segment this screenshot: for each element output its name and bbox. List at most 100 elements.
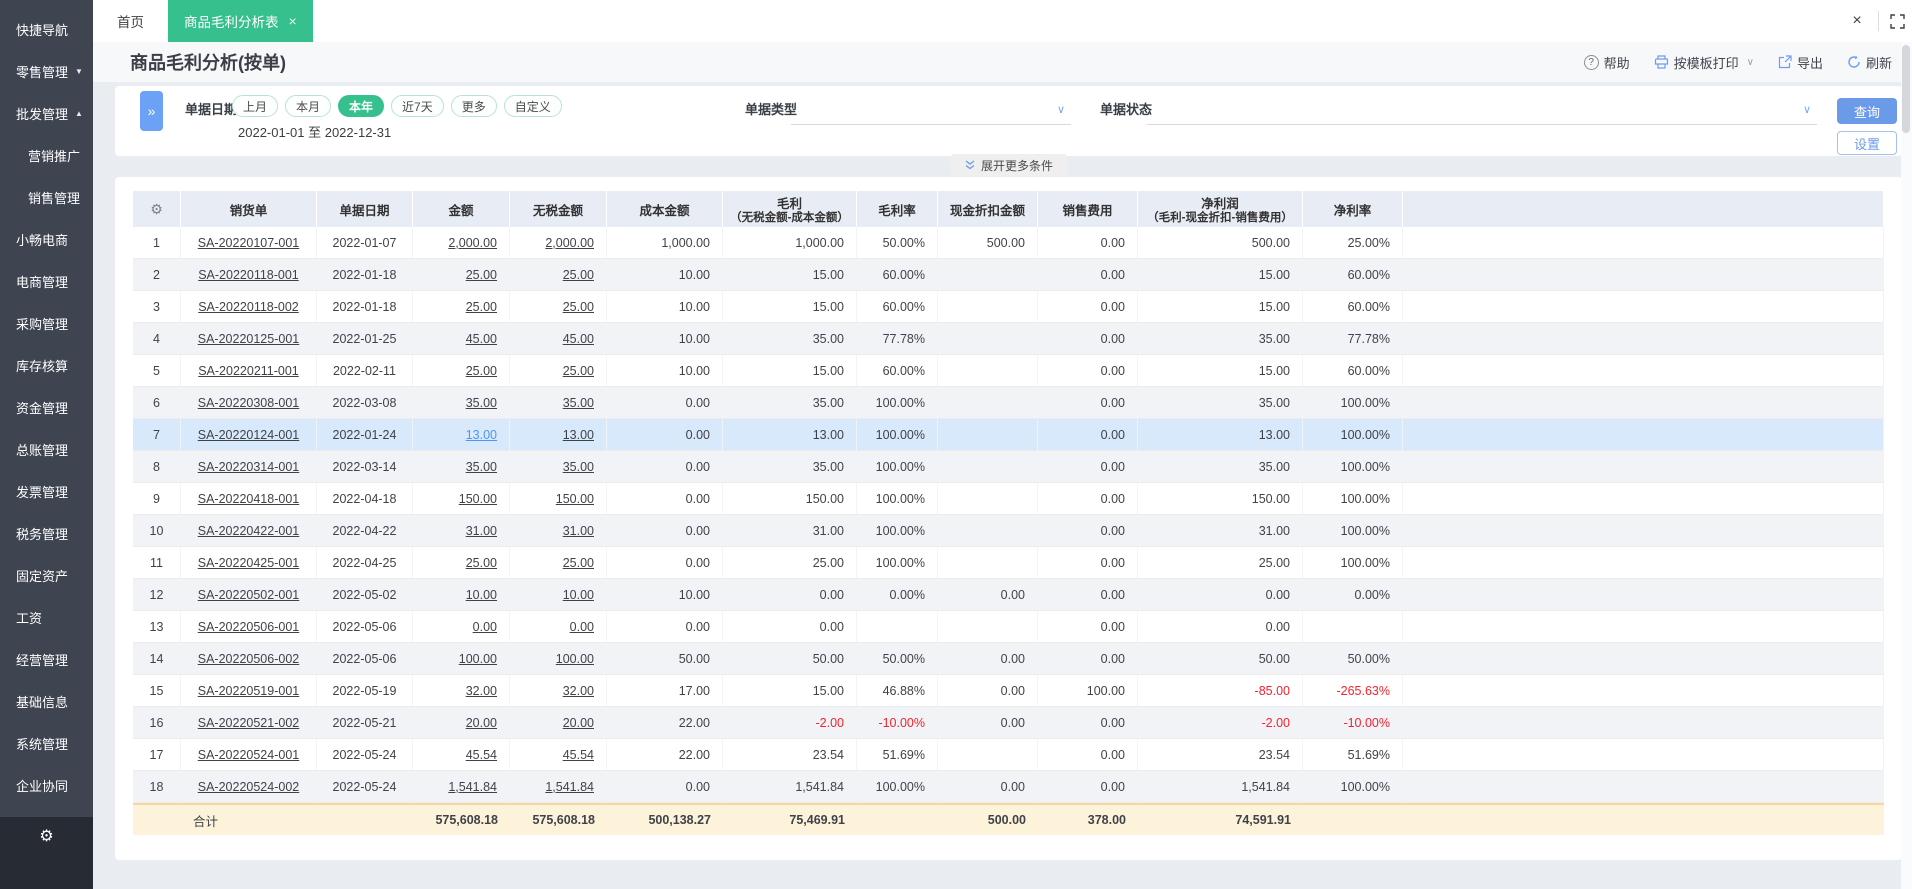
table-row[interactable]: 6 SA-20220308-001 2022-03-08 35.00 35.00 0.00… (133, 387, 1884, 419)
amount-link[interactable]: 25.00 (466, 300, 497, 314)
amount-link[interactable]: 35.00 (466, 460, 497, 474)
order-link[interactable]: SA-20220118-002 (198, 300, 299, 314)
table-row[interactable]: 11 SA-20220425-001 2022-04-25 25.00 25.00 0.0… (133, 547, 1884, 579)
date-preset-pill[interactable]: 本月 (285, 95, 332, 117)
amount-link[interactable]: 0.00 (473, 620, 497, 634)
expand-more-conditions-button[interactable]: 展开更多条件 (949, 154, 1068, 176)
tax_free-link[interactable]: 0.00 (570, 620, 594, 634)
tax_free-link[interactable]: 31.00 (563, 524, 594, 538)
order-link[interactable]: SA-20220502-001 (198, 588, 299, 602)
date-preset-pill[interactable]: 近7天 (391, 95, 444, 117)
order-link[interactable]: SA-20220118-001 (198, 268, 299, 282)
sidebar-item[interactable]: 采购管理 (0, 302, 93, 344)
amount-link[interactable]: 1,541.84 (448, 780, 497, 794)
collapse-filter-button[interactable]: » (140, 91, 163, 131)
chevron-down-icon[interactable]: ∨ (1747, 57, 1754, 68)
amount-link[interactable]: 2,000.00 (448, 236, 497, 250)
tax_free-link[interactable]: 13.00 (563, 428, 594, 442)
table-row[interactable]: 3 SA-20220118-002 2022-01-18 25.00 25.00 10.0… (133, 291, 1884, 323)
table-row[interactable]: 5 SA-20220211-001 2022-02-11 25.00 25.00 10.0… (133, 355, 1884, 387)
amount-link[interactable]: 25.00 (466, 556, 497, 570)
table-row[interactable]: 12 SA-20220502-001 2022-05-02 10.00 10.00 10.… (133, 579, 1884, 611)
tax_free-link[interactable]: 150.00 (556, 492, 594, 506)
table-row[interactable]: 17 SA-20220524-001 2022-05-24 45.54 45.54 22.… (133, 739, 1884, 771)
date-preset-pill[interactable]: 更多 (450, 95, 497, 117)
print-by-template-button[interactable]: 按模板打印 ∨ (1654, 53, 1754, 72)
order-link[interactable]: SA-20220524-002 (198, 780, 299, 794)
amount-link[interactable]: 25.00 (466, 268, 497, 282)
sidebar-item[interactable]: 基础信息 (0, 680, 93, 722)
table-row[interactable]: 8 SA-20220314-001 2022-03-14 35.00 35.00 0.00… (133, 451, 1884, 483)
fullscreen-icon[interactable] (1890, 13, 1910, 29)
settings-gear-icon[interactable]: ⚙ (39, 826, 53, 846)
table-row[interactable]: 7 SA-20220124-001 2022-01-24 13.00 13.00 0.00… (133, 419, 1884, 451)
sidebar-item[interactable]: 营销推广 (0, 134, 93, 176)
order-link[interactable]: SA-20220425-001 (198, 556, 299, 570)
tax_free-link[interactable]: 10.00 (563, 588, 594, 602)
order-link[interactable]: SA-20220211-001 (198, 364, 299, 378)
sidebar-item[interactable]: 批发管理 ▲ (0, 92, 93, 134)
tax_free-link[interactable]: 20.00 (563, 716, 594, 730)
tax_free-link[interactable]: 25.00 (563, 556, 594, 570)
amount-link[interactable]: 45.54 (466, 748, 497, 762)
order-link[interactable]: SA-20220422-001 (198, 524, 299, 538)
sidebar-item[interactable]: 小畅电商 (0, 218, 93, 260)
amount-link[interactable]: 45.00 (466, 332, 497, 346)
close-icon[interactable]: × (1847, 12, 1867, 30)
order-link[interactable]: SA-20220521-002 (198, 716, 299, 730)
sidebar-item[interactable]: 经营管理 (0, 638, 93, 680)
tax_free-link[interactable]: 1,541.84 (545, 780, 594, 794)
date-preset-pill[interactable]: 本年 (338, 95, 385, 117)
sidebar-item[interactable]: 销售管理 (0, 176, 93, 218)
table-row[interactable]: 18 SA-20220524-002 2022-05-24 1,541.84 1,541… (133, 771, 1884, 803)
table-row[interactable]: 15 SA-20220519-001 2022-05-19 32.00 32.00 17.… (133, 675, 1884, 707)
doc-type-select[interactable]: ∨ (791, 92, 1071, 125)
sidebar-item[interactable]: 系统管理 (0, 722, 93, 764)
tax_free-link[interactable]: 25.00 (563, 268, 594, 282)
table-row[interactable]: 14 SA-20220506-002 2022-05-06 100.00 100.00 5… (133, 643, 1884, 675)
help-button[interactable]: ? 帮助 (1583, 53, 1630, 72)
amount-link[interactable]: 13.00 (466, 428, 497, 442)
tab-close-icon[interactable]: × (289, 14, 297, 28)
amount-link[interactable]: 20.00 (466, 716, 497, 730)
order-link[interactable]: SA-20220506-002 (198, 652, 299, 666)
tax_free-link[interactable]: 45.54 (563, 748, 594, 762)
order-link[interactable]: SA-20220107-001 (198, 236, 299, 250)
sidebar-item[interactable]: 库存核算 (0, 344, 93, 386)
order-link[interactable]: SA-20220125-001 (198, 332, 299, 346)
table-row[interactable]: 1 SA-20220107-001 2022-01-07 2,000.00 2,000.… (133, 227, 1884, 259)
tab-home[interactable]: 首页 (93, 0, 168, 42)
table-row[interactable]: 16 SA-20220521-002 2022-05-21 20.00 20.00 22.… (133, 707, 1884, 739)
sidebar-item[interactable]: 固定资产 (0, 554, 93, 596)
sidebar-item[interactable]: 零售管理 ▼ (0, 50, 93, 92)
tax_free-link[interactable]: 100.00 (556, 652, 594, 666)
tax_free-link[interactable]: 35.00 (563, 396, 594, 410)
table-row[interactable]: 4 SA-20220125-001 2022-01-25 45.00 45.00 10.0… (133, 323, 1884, 355)
table-row[interactable]: 2 SA-20220118-001 2022-01-18 25.00 25.00 10.0… (133, 259, 1884, 291)
tax_free-link[interactable]: 32.00 (563, 684, 594, 698)
table-row[interactable]: 13 SA-20220506-001 2022-05-06 0.00 0.00 0.00 0… (133, 611, 1884, 643)
order-link[interactable]: SA-20220314-001 (198, 460, 299, 474)
amount-link[interactable]: 10.00 (466, 588, 497, 602)
sidebar-item[interactable]: 快捷导航 (0, 8, 93, 50)
amount-link[interactable]: 35.00 (466, 396, 497, 410)
order-link[interactable]: SA-20220418-001 (198, 492, 299, 506)
tax_free-link[interactable]: 45.00 (563, 332, 594, 346)
refresh-button[interactable]: 刷新 (1847, 53, 1892, 72)
sidebar-item[interactable]: 总账管理 (0, 428, 93, 470)
export-button[interactable]: 导出 (1778, 53, 1823, 72)
amount-link[interactable]: 32.00 (466, 684, 497, 698)
tax_free-link[interactable]: 25.00 (563, 300, 594, 314)
amount-link[interactable]: 31.00 (466, 524, 497, 538)
sidebar-item[interactable]: 发票管理 (0, 470, 93, 512)
sidebar-item[interactable]: 电商管理 (0, 260, 93, 302)
sidebar-item[interactable]: 资金管理 (0, 386, 93, 428)
doc-status-select[interactable]: ∨ (1147, 92, 1817, 125)
order-link[interactable]: SA-20220524-001 (198, 748, 299, 762)
tab-gross-profit-report[interactable]: 商品毛利分析表 × (168, 0, 313, 42)
order-link[interactable]: SA-20220506-001 (198, 620, 299, 634)
settings-button[interactable]: 设置 (1837, 131, 1897, 155)
scrollbar-thumb[interactable] (1902, 45, 1910, 133)
sidebar-item[interactable]: 企业协同 (0, 764, 93, 806)
order-link[interactable]: SA-20220308-001 (198, 396, 299, 410)
